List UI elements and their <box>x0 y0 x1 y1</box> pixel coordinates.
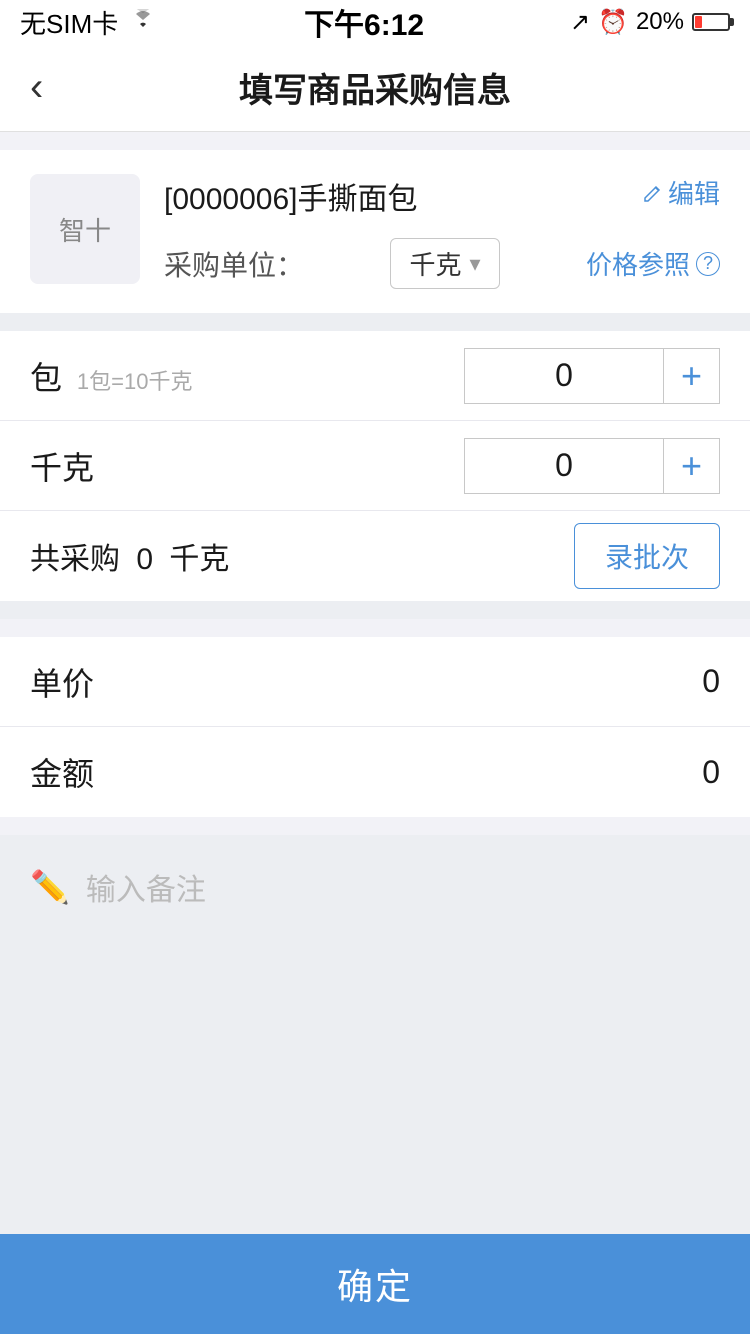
divider-1 <box>0 313 750 331</box>
battery-percent: 20% <box>636 8 684 36</box>
price-label-amount: 金额 <box>30 749 94 795</box>
battery-icon <box>692 13 730 31</box>
form-input-group-kg: + <box>464 438 720 494</box>
price-row-unit: 单价 0 <box>0 637 750 727</box>
product-thumb-label: 智十 <box>59 211 111 248</box>
product-name: [0000006]手撕面包 <box>164 174 642 218</box>
form-row-bao: 包 1包=10千克 + <box>0 331 750 421</box>
pencil-icon: ✏️ <box>30 868 70 906</box>
status-bar: 无SIM卡 下午6:12 ↗ ⏰ 20% <box>0 0 750 44</box>
product-info: [0000006]手撕面包 编辑 采购单位： 千克 ▾ 价格参照 ? <box>164 174 720 289</box>
notes-placeholder: 输入备注 <box>86 865 206 909</box>
chevron-down-icon: ▾ <box>469 251 480 277</box>
content-spacer <box>0 939 750 1234</box>
status-time: 下午6:12 <box>304 0 424 44</box>
unit-value: 千克 <box>409 245 461 282</box>
form-input-group-bao: + <box>464 348 720 404</box>
confirm-button[interactable]: 确定 <box>0 1234 750 1334</box>
location-icon: ↗ <box>570 8 590 37</box>
wifi-icon <box>128 7 158 38</box>
qty-plus-bao[interactable]: + <box>664 348 720 404</box>
unit-selector[interactable]: 千克 ▾ <box>390 238 499 289</box>
notes-section[interactable]: ✏️ 输入备注 <box>0 835 750 939</box>
product-unit-row: 采购单位： 千克 ▾ 价格参照 ? <box>164 238 720 289</box>
price-label-unit: 单价 <box>30 659 94 705</box>
price-value-amount: 0 <box>702 754 720 791</box>
back-button[interactable]: ‹ <box>30 65 43 110</box>
price-ref-link[interactable]: 价格参照 ? <box>586 245 720 282</box>
form-label-kg: 千克 <box>30 443 150 489</box>
qty-input-bao[interactable] <box>464 348 664 404</box>
price-value-unit: 0 <box>702 663 720 700</box>
form-sublabel-bao: 1包=10千克 <box>77 369 193 394</box>
product-thumbnail: 智十 <box>30 174 140 284</box>
carrier-label: 无SIM卡 <box>20 4 118 41</box>
summary-text: 共采购 0 千克 <box>30 534 229 578</box>
form-section-bao: 包 1包=10千克 + 千克 + <box>0 331 750 511</box>
form-label-bao: 包 1包=10千克 <box>30 353 192 399</box>
info-icon: ? <box>696 252 720 276</box>
divider-2 <box>0 601 750 619</box>
nav-bar: ‹ 填写商品采购信息 <box>0 44 750 132</box>
unit-label: 采购单位： <box>164 244 304 284</box>
summary-row: 共采购 0 千克 录批次 <box>0 511 750 601</box>
form-row-kg: 千克 + <box>0 421 750 511</box>
alarm-icon: ⏰ <box>598 8 628 37</box>
status-right: ↗ ⏰ 20% <box>570 8 730 37</box>
qty-input-kg[interactable] <box>464 438 664 494</box>
summary-amount: 0 <box>136 543 153 576</box>
product-section: 智十 [0000006]手撕面包 编辑 采购单位： 千克 ▾ 价格参照 ? <box>0 150 750 313</box>
batch-button[interactable]: 录批次 <box>574 523 720 589</box>
qty-plus-kg[interactable]: + <box>664 438 720 494</box>
product-header: [0000006]手撕面包 编辑 <box>164 174 720 218</box>
price-row-amount: 金额 0 <box>0 727 750 817</box>
price-section: 单价 0 金额 0 <box>0 637 750 817</box>
edit-link[interactable]: 编辑 <box>642 174 720 211</box>
status-left: 无SIM卡 <box>20 4 158 41</box>
page-title: 填写商品采购信息 <box>239 63 511 112</box>
